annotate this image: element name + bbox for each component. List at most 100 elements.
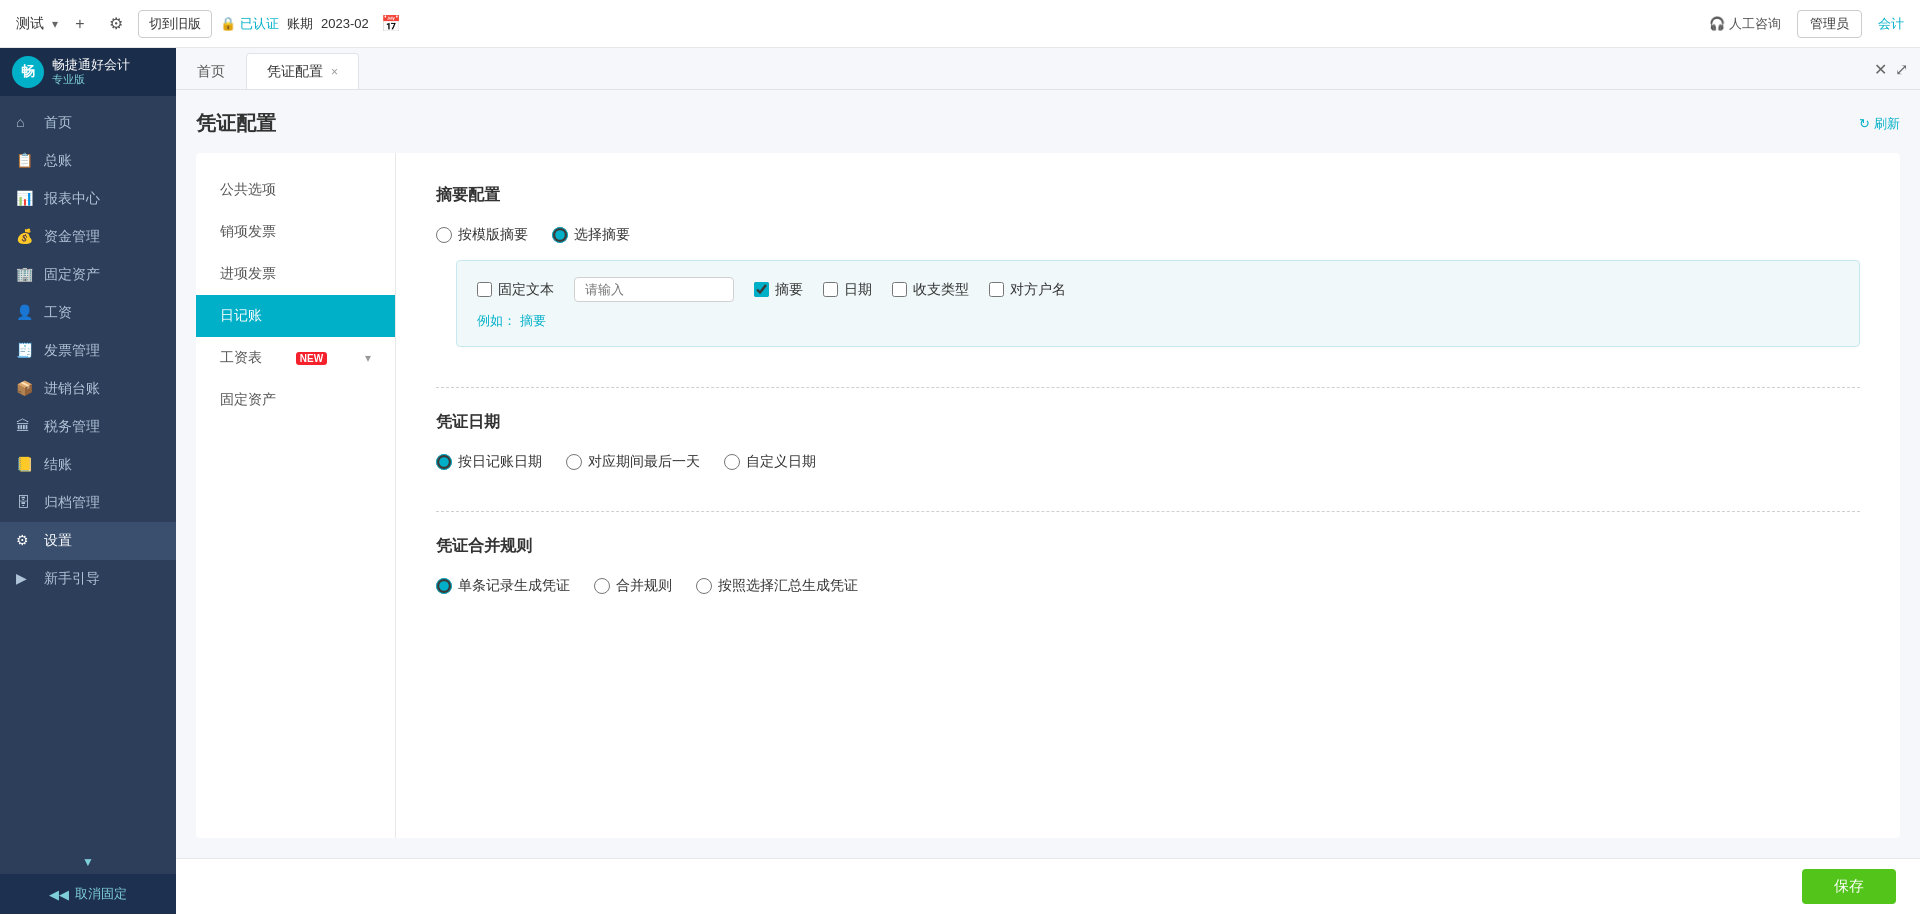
sidebar-item-home[interactable]: ⌂ 首页 — [0, 104, 176, 142]
certified-icon: 🔒 — [220, 16, 236, 31]
sidebar-item-ledger[interactable]: 📋 总账 — [0, 142, 176, 180]
sidebar-item-sales[interactable]: 📦 进销台账 — [0, 370, 176, 408]
sidebar-item-invoice_mgr[interactable]: 🧾 发票管理 — [0, 332, 176, 370]
sidebar-item-archive[interactable]: 🗄 归档管理 — [0, 484, 176, 522]
sidebar-item-icon-report: 📊 — [16, 190, 34, 208]
left-nav-label-fixed_assets: 固定资产 — [220, 391, 276, 407]
sidebar-item-salary[interactable]: 👤 工资 — [0, 294, 176, 332]
summary-section-title: 摘要配置 — [436, 185, 1860, 206]
income-expense-checkbox[interactable] — [892, 282, 907, 297]
radio-custom-date-label[interactable]: 自定义日期 — [724, 453, 816, 471]
sidebar-item-label-tax: 税务管理 — [44, 418, 100, 436]
sidebar-item-label-settings: 设置 — [44, 532, 72, 550]
left-nav-item-public[interactable]: 公共选项 — [196, 169, 395, 211]
radio-custom-date-input[interactable] — [724, 454, 740, 470]
consult-label: 人工咨询 — [1729, 15, 1781, 33]
radio-select-sum-input[interactable] — [696, 578, 712, 594]
date-checkbox-label[interactable]: 日期 — [823, 281, 872, 299]
save-btn[interactable]: 保存 — [1802, 869, 1896, 904]
page-content: 凭证配置 ↻ 刷新 公共选项销项发票进项发票日记账 工资表 NEW ▾ 固定资产 — [176, 90, 1920, 858]
radio-template-text: 按模版摘要 — [458, 226, 528, 244]
sidebar-item-assets[interactable]: 🏢 固定资产 — [0, 256, 176, 294]
left-nav-item-payroll[interactable]: 工资表 NEW ▾ — [196, 337, 395, 379]
topbar-consult-btn[interactable]: 🎧 人工咨询 — [1709, 15, 1781, 33]
radio-period-last-text: 对应期间最后一天 — [588, 453, 700, 471]
sidebar-scroll-indicator: ▼ — [0, 850, 176, 874]
sidebar-nav: ⌂ 首页 📋 总账 📊 报表中心 💰 资金管理 🏢 固定资产 👤 工资 🧾 发票… — [0, 96, 176, 850]
topbar-calendar-icon[interactable]: 📅 — [377, 10, 405, 38]
tab-expand-action-btn[interactable]: ⤢ — [1895, 59, 1908, 78]
counterpart-checkbox[interactable] — [989, 282, 1004, 297]
sidebar-item-report[interactable]: 📊 报表中心 — [0, 180, 176, 218]
topbar-period-label: 账期 — [287, 15, 313, 33]
summary-config-row: 固定文本 摘要 日期 — [477, 277, 1839, 302]
tab-bar-actions: ✕ ⤢ — [1874, 59, 1908, 78]
summary-section: 摘要配置 按模版摘要 选择摘要 — [436, 185, 1860, 347]
cancel-fixed-label: 取消固定 — [75, 885, 127, 903]
topbar-old-version-btn[interactable]: 切到旧版 — [138, 10, 212, 38]
radio-template-label[interactable]: 按模版摘要 — [436, 226, 528, 244]
sidebar-item-capital[interactable]: 💰 资金管理 — [0, 218, 176, 256]
radio-period-last-label[interactable]: 对应期间最后一天 — [566, 453, 700, 471]
radio-select-label[interactable]: 选择摘要 — [552, 226, 630, 244]
radio-single-label[interactable]: 单条记录生成凭证 — [436, 577, 570, 595]
radio-select-sum-label[interactable]: 按照选择汇总生成凭证 — [696, 577, 858, 595]
fixed-text-checkbox-label[interactable]: 固定文本 — [477, 281, 554, 299]
income-expense-checkbox-label[interactable]: 收支类型 — [892, 281, 969, 299]
radio-merge-label[interactable]: 合并规则 — [594, 577, 672, 595]
fixed-text-input[interactable] — [574, 277, 734, 302]
refresh-btn[interactable]: ↻ 刷新 — [1859, 115, 1900, 133]
income-expense-checkbox-text: 收支类型 — [913, 281, 969, 299]
summary-checkbox[interactable] — [754, 282, 769, 297]
fixed-text-checkbox[interactable] — [477, 282, 492, 297]
sidebar-cancel-fixed-btn[interactable]: ◀◀ 取消固定 — [0, 874, 176, 914]
radio-single-input[interactable] — [436, 578, 452, 594]
summary-checkbox-label[interactable]: 摘要 — [754, 281, 803, 299]
left-nav-item-sales_invoice[interactable]: 销项发票 — [196, 211, 395, 253]
left-nav-label-payroll: 工资表 — [220, 349, 262, 367]
cancel-fixed-icon: ◀◀ — [49, 887, 69, 902]
sidebar-item-label-assets: 固定资产 — [44, 266, 100, 284]
left-nav-label-diary: 日记账 — [220, 307, 262, 323]
sidebar-item-label-capital: 资金管理 — [44, 228, 100, 246]
topbar-accountant: 会计 — [1878, 15, 1904, 33]
tab-voucher-config[interactable]: 凭证配置 × — [246, 53, 359, 89]
sidebar-item-checkout[interactable]: 📒 结账 — [0, 446, 176, 484]
left-nav: 公共选项销项发票进项发票日记账 工资表 NEW ▾ 固定资产 — [196, 153, 396, 838]
radio-diary-date-label[interactable]: 按日记账日期 — [436, 453, 542, 471]
sidebar-item-guide[interactable]: ▶ 新手引导 — [0, 560, 176, 598]
left-nav-label-public: 公共选项 — [220, 181, 276, 197]
topbar-manager-btn[interactable]: 管理员 — [1797, 10, 1862, 38]
sidebar-item-icon-tax: 🏛 — [16, 418, 34, 436]
topbar-settings-btn[interactable]: ⚙ — [102, 10, 130, 38]
counterpart-checkbox-label[interactable]: 对方户名 — [989, 281, 1066, 299]
radio-select-text: 选择摘要 — [574, 226, 630, 244]
date-checkbox-text: 日期 — [844, 281, 872, 299]
tab-close-action-btn[interactable]: ✕ — [1874, 59, 1887, 78]
radio-merge-input[interactable] — [594, 578, 610, 594]
sidebar-item-label-sales: 进销台账 — [44, 380, 100, 398]
topbar-add-btn[interactable]: + — [66, 10, 94, 38]
left-nav-item-diary[interactable]: 日记账 — [196, 295, 395, 337]
new-badge-payroll: NEW — [296, 352, 327, 365]
radio-diary-date-input[interactable] — [436, 454, 452, 470]
tab-close-btn[interactable]: × — [331, 65, 338, 79]
sidebar-item-tax[interactable]: 🏛 税务管理 — [0, 408, 176, 446]
radio-template-input[interactable] — [436, 227, 452, 243]
sidebar-item-icon-salary: 👤 — [16, 304, 34, 322]
left-nav-item-purchase_invoice[interactable]: 进项发票 — [196, 253, 395, 295]
sidebar-item-icon-sales: 📦 — [16, 380, 34, 398]
left-nav-item-fixed_assets[interactable]: 固定资产 — [196, 379, 395, 421]
topbar-arrow-icon[interactable]: ▾ — [52, 17, 58, 31]
sidebar-item-icon-archive: 🗄 — [16, 494, 34, 512]
sidebar-item-settings[interactable]: ⚙ 设置 — [0, 522, 176, 560]
sidebar-item-icon-checkout: 📒 — [16, 456, 34, 474]
tab-home[interactable]: 首页 — [176, 53, 246, 89]
section-divider-1 — [436, 387, 1860, 388]
summary-config-box: 固定文本 摘要 日期 — [456, 260, 1860, 347]
date-checkbox[interactable] — [823, 282, 838, 297]
radio-period-last-input[interactable] — [566, 454, 582, 470]
radio-select-input[interactable] — [552, 227, 568, 243]
topbar-left: 测试 ▾ + ⚙ 切到旧版 🔒 已认证 账期 2023-02 📅 — [16, 10, 1697, 38]
fixed-text-label: 固定文本 — [498, 281, 554, 299]
